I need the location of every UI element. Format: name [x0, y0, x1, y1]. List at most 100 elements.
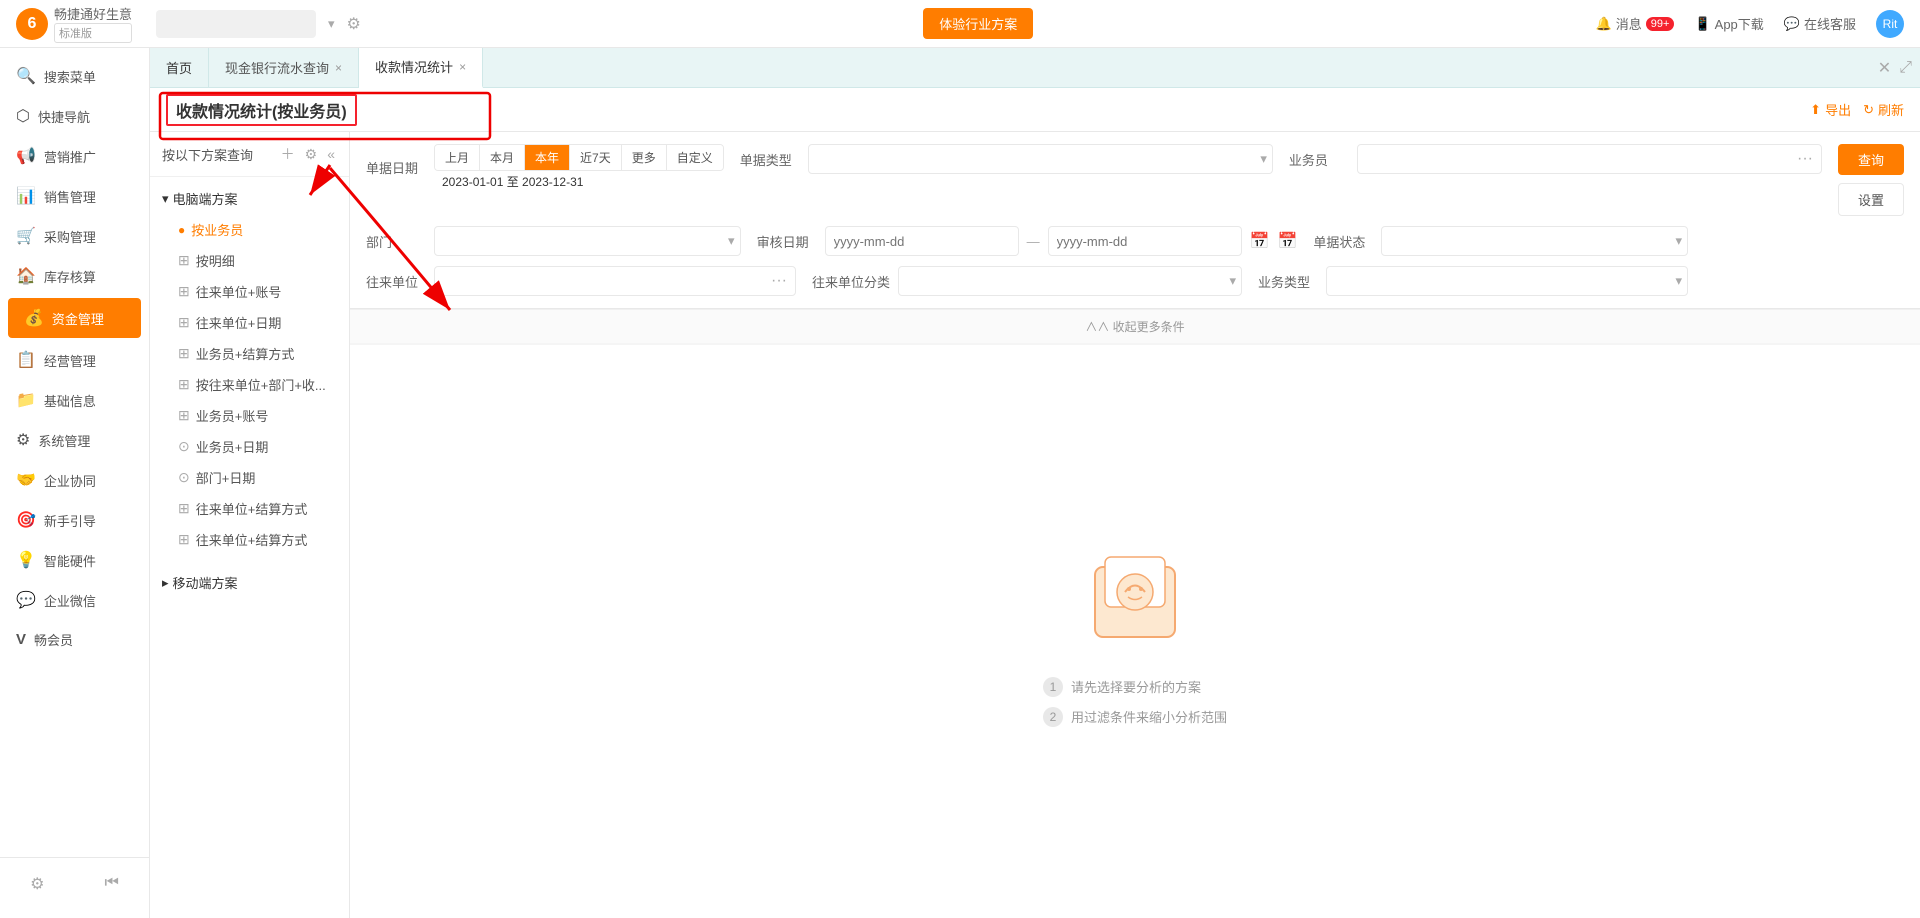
sidebar-settings-icon[interactable]: ⚙	[30, 874, 44, 894]
dropdown-icon[interactable]: ▾	[328, 16, 335, 32]
doc-type-select[interactable]	[808, 144, 1273, 174]
tab-bank-flow[interactable]: 现金银行流水查询 ×	[209, 48, 359, 88]
tree-item-salesperson-account[interactable]: ⊞ 业务员+账号	[150, 400, 349, 431]
sidebar-collapse-icon[interactable]: ⏮	[105, 874, 119, 894]
trial-button[interactable]: 体验行业方案	[923, 8, 1033, 39]
refresh-icon: ↻	[1863, 102, 1874, 118]
date-tab-7days[interactable]: 近7天	[570, 145, 622, 170]
review-date-end[interactable]	[1048, 226, 1242, 256]
tree-parent-desktop[interactable]: ▾ 电脑端方案	[150, 183, 349, 214]
step-num-1: 1	[1043, 677, 1063, 697]
tree-item-salesperson-settlement[interactable]: ⊞ 业务员+结算方式	[150, 338, 349, 369]
scheme-settings-button[interactable]: ⚙	[303, 144, 320, 165]
sidebar-item-sales[interactable]: 📊 销售管理	[0, 176, 149, 216]
tab-close-all-icon[interactable]: ✕	[1878, 58, 1891, 78]
collapse-bar[interactable]: ∧∧ 收起更多条件	[350, 309, 1920, 343]
doc-status-select[interactable]	[1381, 226, 1688, 256]
sidebar-item-corp[interactable]: 🤝 企业协同	[0, 460, 149, 500]
unit-settlement3-label: 往来单位+结算方式	[196, 530, 308, 549]
date-tab-more[interactable]: 更多	[622, 145, 667, 170]
refresh-button[interactable]: ↻ 刷新	[1863, 100, 1904, 119]
tree-arrow-down: ▾	[162, 191, 169, 207]
sidebar-item-member[interactable]: V 畅会员	[0, 620, 149, 659]
export-icon: ⬆	[1810, 102, 1821, 118]
sidebar-item-search[interactable]: 🔍 搜索菜单	[0, 56, 149, 96]
salesperson-input[interactable]: ···	[1357, 144, 1822, 174]
sidebar-label-member: 畅会员	[34, 630, 73, 649]
sidebar-label-basic: 基础信息	[44, 391, 96, 410]
quick-nav-icon: ⬡	[16, 106, 30, 126]
user-avatar[interactable]: Rit	[1876, 10, 1904, 38]
download-icon: 📱	[1694, 16, 1710, 32]
settings-icon[interactable]: ⚙	[347, 14, 361, 34]
sidebar-item-inventory[interactable]: 🏠 库存核算	[0, 256, 149, 296]
add-scheme-button[interactable]: ＋	[279, 142, 297, 166]
tab-receipt-stats[interactable]: 收款情况统计 ×	[359, 48, 483, 88]
dept-select[interactable]	[434, 226, 741, 256]
dept-date-icon: ⊙	[178, 469, 190, 486]
sidebar-item-system[interactable]: ⚙ 系统管理	[0, 420, 149, 460]
date-label: 单据日期	[366, 158, 426, 177]
date-tab-last-month[interactable]: 上月	[435, 145, 480, 170]
app-download-action[interactable]: 📱 App下载	[1694, 14, 1763, 33]
tab-receipt-stats-close[interactable]: ×	[459, 60, 466, 74]
biz-type-select-wrapper	[1326, 266, 1688, 296]
guide-icon: 🎯	[16, 510, 36, 530]
sidebar-item-quick-nav[interactable]: ⬡ 快捷导航	[0, 96, 149, 136]
query-button[interactable]: 查询	[1838, 144, 1904, 175]
partner-input[interactable]: ···	[434, 266, 796, 296]
cal-icon-start[interactable]: 📅	[1250, 231, 1270, 251]
tree-item-unit-date[interactable]: ⊞ 往来单位+日期	[150, 307, 349, 338]
tab-home[interactable]: 首页	[150, 48, 209, 88]
tree-parent-mobile[interactable]: ▸ 移动端方案	[150, 567, 349, 598]
settings-button[interactable]: 设置	[1838, 183, 1904, 216]
tree-item-salesperson-date[interactable]: ⊙ 业务员+日期	[150, 431, 349, 462]
tree-item-unit-settlement2[interactable]: ⊞ 往来单位+结算方式	[150, 493, 349, 524]
date-tab-this-month[interactable]: 本月	[480, 145, 525, 170]
tree-item-unit-account[interactable]: ⊞ 往来单位+账号	[150, 276, 349, 307]
purchase-icon: 🛒	[16, 226, 36, 246]
date-tab-this-year[interactable]: 本年	[525, 145, 570, 170]
search-bar[interactable]	[156, 10, 316, 38]
empty-illustration	[1075, 537, 1195, 657]
tab-bank-flow-label: 现金银行流水查询	[225, 58, 329, 77]
cal-icon-end[interactable]: 📅	[1278, 231, 1298, 251]
tree-item-unit-settlement3[interactable]: ⊞ 往来单位+结算方式	[150, 524, 349, 555]
empty-step-1: 1 请先选择要分析的方案	[1043, 677, 1227, 697]
tree-item-dept-date[interactable]: ⊙ 部门+日期	[150, 462, 349, 493]
online-service-action[interactable]: 💬 在线客服	[1784, 14, 1856, 33]
tree-arrow-right: ▸	[162, 575, 169, 591]
online-service-label: 在线客服	[1804, 14, 1856, 33]
sidebar-item-basic[interactable]: 📁 基础信息	[0, 380, 149, 420]
sidebar-item-wechat[interactable]: 💬 企业微信	[0, 580, 149, 620]
partner-category-select[interactable]	[898, 266, 1242, 296]
message-action[interactable]: 🔔 消息 99+	[1596, 14, 1675, 33]
salesperson-account-icon: ⊞	[178, 407, 190, 424]
sidebar-item-guide[interactable]: 🎯 新手引导	[0, 500, 149, 540]
sidebar-item-finance[interactable]: 💰 资金管理	[8, 298, 141, 338]
unit-settlement3-icon: ⊞	[178, 531, 190, 548]
tree-item-by-detail[interactable]: ⊞ 按明细	[150, 245, 349, 276]
page-header: 收款情况统计(按业务员) ⬆ 导出 ↻ 刷新	[150, 88, 1920, 132]
tab-bank-flow-close[interactable]: ×	[335, 61, 342, 75]
search-icon: 🔍	[16, 66, 36, 86]
biz-type-select[interactable]	[1326, 266, 1688, 296]
sidebar-item-marketing[interactable]: 📢 营销推广	[0, 136, 149, 176]
biz-type-label: 业务类型	[1258, 272, 1318, 291]
date-tab-custom[interactable]: 自定义	[667, 145, 723, 170]
sidebar-item-hardware[interactable]: 💡 智能硬件	[0, 540, 149, 580]
tree-item-by-salesperson[interactable]: ● 按业务员	[150, 214, 349, 245]
collapse-panel-button[interactable]: «	[325, 144, 337, 164]
message-label: 消息	[1616, 14, 1642, 33]
tab-expand-icon[interactable]: ⤢	[1899, 59, 1912, 77]
salesperson-date-icon: ⊙	[178, 438, 190, 455]
sidebar-item-purchase[interactable]: 🛒 采购管理	[0, 216, 149, 256]
tree-item-unit-dept-receive[interactable]: ⊞ 按往来单位+部门+收...	[150, 369, 349, 400]
step-1-text: 请先选择要分析的方案	[1071, 677, 1201, 696]
review-date-start[interactable]	[825, 226, 1019, 256]
sidebar-item-operations[interactable]: 📋 经营管理	[0, 340, 149, 380]
logo-icon: 6	[16, 8, 48, 40]
sidebar-label-wechat: 企业微信	[44, 591, 96, 610]
wechat-icon: 💬	[16, 590, 36, 610]
export-button[interactable]: ⬆ 导出	[1810, 100, 1851, 119]
